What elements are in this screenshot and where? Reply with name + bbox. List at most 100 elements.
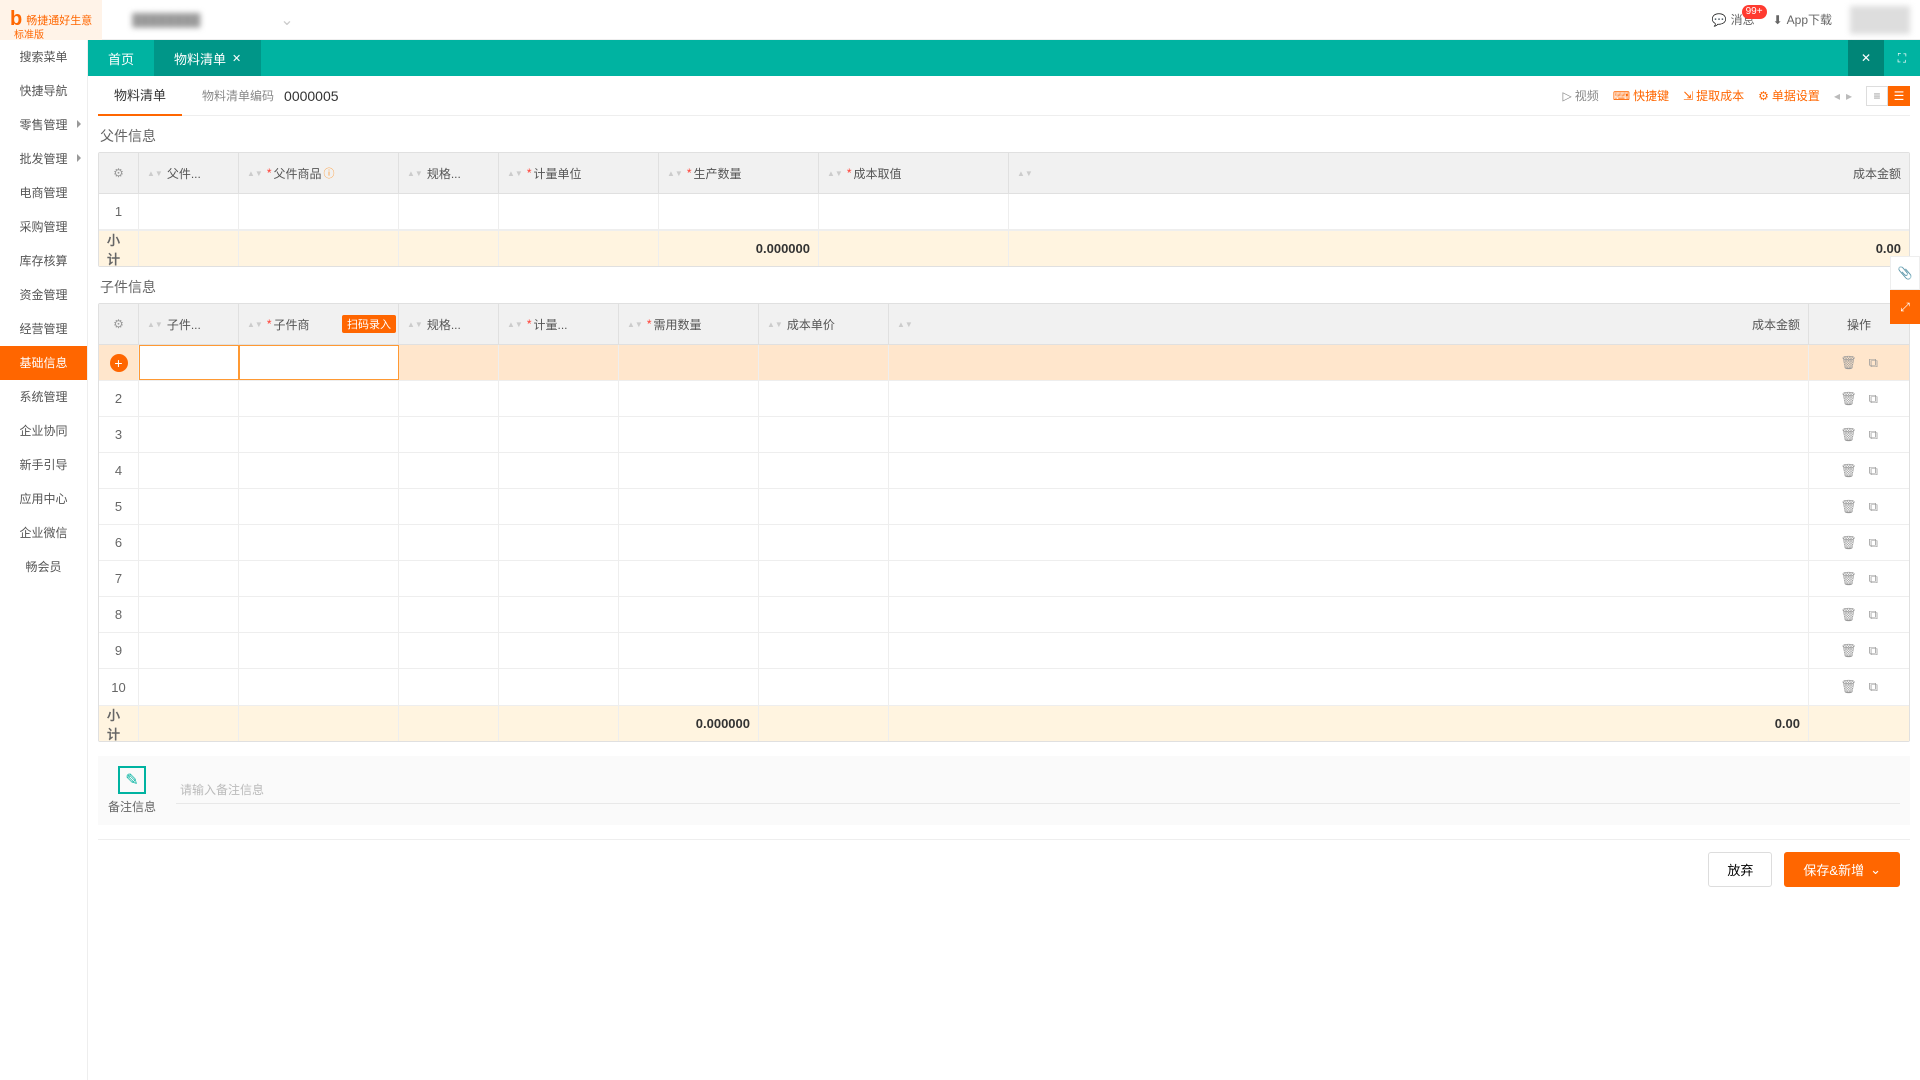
cell-child-product[interactable] — [239, 453, 399, 488]
cell-child-unit-cost[interactable] — [759, 381, 889, 416]
cell-child-code[interactable] — [139, 417, 239, 452]
sidebar-item-13[interactable]: 应用中心 — [0, 482, 87, 516]
delete-icon[interactable]: 🗑 — [1840, 499, 1857, 515]
child-row[interactable]: 10🗑⧉ — [99, 669, 1909, 705]
cell-child-spec[interactable] — [399, 489, 499, 524]
cell-child-unit-cost[interactable] — [759, 525, 889, 560]
cell-child-unit-cost[interactable] — [759, 633, 889, 668]
cell-child-unit-cost[interactable] — [759, 561, 889, 596]
cell-child-unit-cost[interactable] — [759, 597, 889, 632]
child-row[interactable]: 5🗑⧉ — [99, 489, 1909, 525]
sidebar-item-10[interactable]: 系统管理 — [0, 380, 87, 414]
cell-child-cost-amt[interactable] — [889, 561, 1809, 596]
doc-setting-link[interactable]: ⚙单据设置 — [1758, 87, 1820, 104]
cell-child-product[interactable] — [239, 345, 399, 380]
cell-parent-product[interactable] — [239, 194, 399, 229]
delete-icon[interactable]: 🗑 — [1840, 571, 1857, 587]
cell-child-req-qty[interactable] — [619, 489, 759, 524]
child-row[interactable]: +🗑⧉ — [99, 345, 1909, 381]
cell-child-unit-cost[interactable] — [759, 453, 889, 488]
col-parent-product[interactable]: ▲▼*父件商品ⓘ — [239, 153, 399, 193]
add-row-button[interactable]: + — [99, 345, 139, 380]
abandon-button[interactable]: 放弃 — [1708, 852, 1772, 887]
cell-child-unit[interactable] — [499, 381, 619, 416]
sidebar-item-4[interactable]: 电商管理 — [0, 176, 87, 210]
copy-icon[interactable]: ⧉ — [1869, 643, 1878, 659]
cell-child-spec[interactable] — [399, 525, 499, 560]
sidebar-item-7[interactable]: 资金管理 — [0, 278, 87, 312]
child-row[interactable]: 7🗑⧉ — [99, 561, 1909, 597]
copy-icon[interactable]: ⧉ — [1869, 535, 1878, 551]
sidebar-item-1[interactable]: 快捷导航 — [0, 74, 87, 108]
cell-child-cost-amt[interactable] — [889, 417, 1809, 452]
cell-parent-unit[interactable] — [499, 194, 659, 229]
sidebar-item-12[interactable]: 新手引导 — [0, 448, 87, 482]
delete-icon[interactable]: 🗑 — [1840, 427, 1857, 443]
cell-parent-cost-src[interactable] — [819, 194, 1009, 229]
cell-child-code[interactable] — [139, 525, 239, 560]
cell-child-req-qty[interactable] — [619, 381, 759, 416]
cell-child-req-qty[interactable] — [619, 417, 759, 452]
cell-child-product[interactable] — [239, 597, 399, 632]
col-parent-spec[interactable]: ▲▼规格... — [399, 153, 499, 193]
cell-child-unit-cost[interactable] — [759, 669, 889, 705]
child-row[interactable]: 4🗑⧉ — [99, 453, 1909, 489]
cell-child-req-qty[interactable] — [619, 525, 759, 560]
company-name[interactable]: ████████ — [132, 13, 200, 27]
cell-child-req-qty[interactable] — [619, 561, 759, 596]
avatar[interactable] — [1850, 6, 1910, 34]
next-icon[interactable]: ▸ — [1846, 89, 1852, 103]
cell-child-req-qty[interactable] — [619, 633, 759, 668]
help-icon[interactable]: ⓘ — [324, 165, 335, 181]
cell-child-spec[interactable] — [399, 381, 499, 416]
sidebar-item-2[interactable]: 零售管理 — [0, 108, 87, 142]
gear-icon[interactable]: ⚙ — [99, 304, 139, 344]
copy-icon[interactable]: ⧉ — [1869, 355, 1878, 371]
cell-child-product[interactable] — [239, 561, 399, 596]
cell-child-cost-amt[interactable] — [889, 525, 1809, 560]
delete-icon[interactable]: 🗑 — [1840, 535, 1857, 551]
child-row[interactable]: 9🗑⧉ — [99, 633, 1909, 669]
fullscreen-icon[interactable]: ⛶ — [1884, 40, 1920, 76]
cell-child-unit-cost[interactable] — [759, 417, 889, 452]
delete-icon[interactable]: 🗑 — [1840, 679, 1857, 695]
cell-child-product[interactable] — [239, 633, 399, 668]
cell-child-unit[interactable] — [499, 561, 619, 596]
cell-child-unit[interactable] — [499, 453, 619, 488]
subtab-bom[interactable]: 物料清单 — [98, 76, 182, 116]
cell-parent-spec[interactable] — [399, 194, 499, 229]
remark-input[interactable] — [176, 777, 1900, 804]
col-child-code[interactable]: ▲▼子件... — [139, 304, 239, 344]
extract-cost-link[interactable]: ⇲提取成本 — [1683, 87, 1744, 104]
cell-child-unit[interactable] — [499, 489, 619, 524]
sidebar-item-15[interactable]: 畅会员 — [0, 550, 87, 584]
sidebar-item-0[interactable]: 搜索菜单 — [0, 40, 87, 74]
cell-child-req-qty[interactable] — [619, 597, 759, 632]
col-child-spec[interactable]: ▲▼规格... — [399, 304, 499, 344]
cell-child-code[interactable] — [139, 453, 239, 488]
child-row[interactable]: 8🗑⧉ — [99, 597, 1909, 633]
sidebar-item-3[interactable]: 批发管理 — [0, 142, 87, 176]
col-parent-unit[interactable]: ▲▼*计量单位 — [499, 153, 659, 193]
cell-parent-code[interactable] — [139, 194, 239, 229]
cell-child-cost-amt[interactable] — [889, 489, 1809, 524]
cell-child-code[interactable] — [139, 381, 239, 416]
view-detail-button[interactable]: ☰ — [1888, 86, 1910, 106]
cell-child-req-qty[interactable] — [619, 453, 759, 488]
delete-icon[interactable]: 🗑 — [1840, 643, 1857, 659]
view-list-button[interactable]: ≡ — [1866, 86, 1888, 106]
prev-icon[interactable]: ◂ — [1834, 89, 1840, 103]
cell-child-product[interactable] — [239, 669, 399, 705]
save-and-new-button[interactable]: 保存&新增 ⌄ — [1784, 852, 1900, 887]
messages-link[interactable]: 💬 消息 99+ — [1712, 11, 1755, 28]
cell-child-product[interactable] — [239, 525, 399, 560]
delete-icon[interactable]: 🗑 — [1840, 391, 1857, 407]
copy-icon[interactable]: ⧉ — [1869, 391, 1878, 407]
col-child-unit[interactable]: ▲▼*计量... — [499, 304, 619, 344]
close-icon[interactable]: ✕ — [232, 52, 241, 65]
cell-child-req-qty[interactable] — [619, 669, 759, 705]
attachment-icon[interactable]: 📎 — [1890, 256, 1920, 290]
chevron-down-icon[interactable]: ⌄ — [280, 10, 293, 30]
delete-icon[interactable]: 🗑 — [1840, 463, 1857, 479]
shortcut-link[interactable]: ⌨快捷键 — [1613, 87, 1669, 104]
